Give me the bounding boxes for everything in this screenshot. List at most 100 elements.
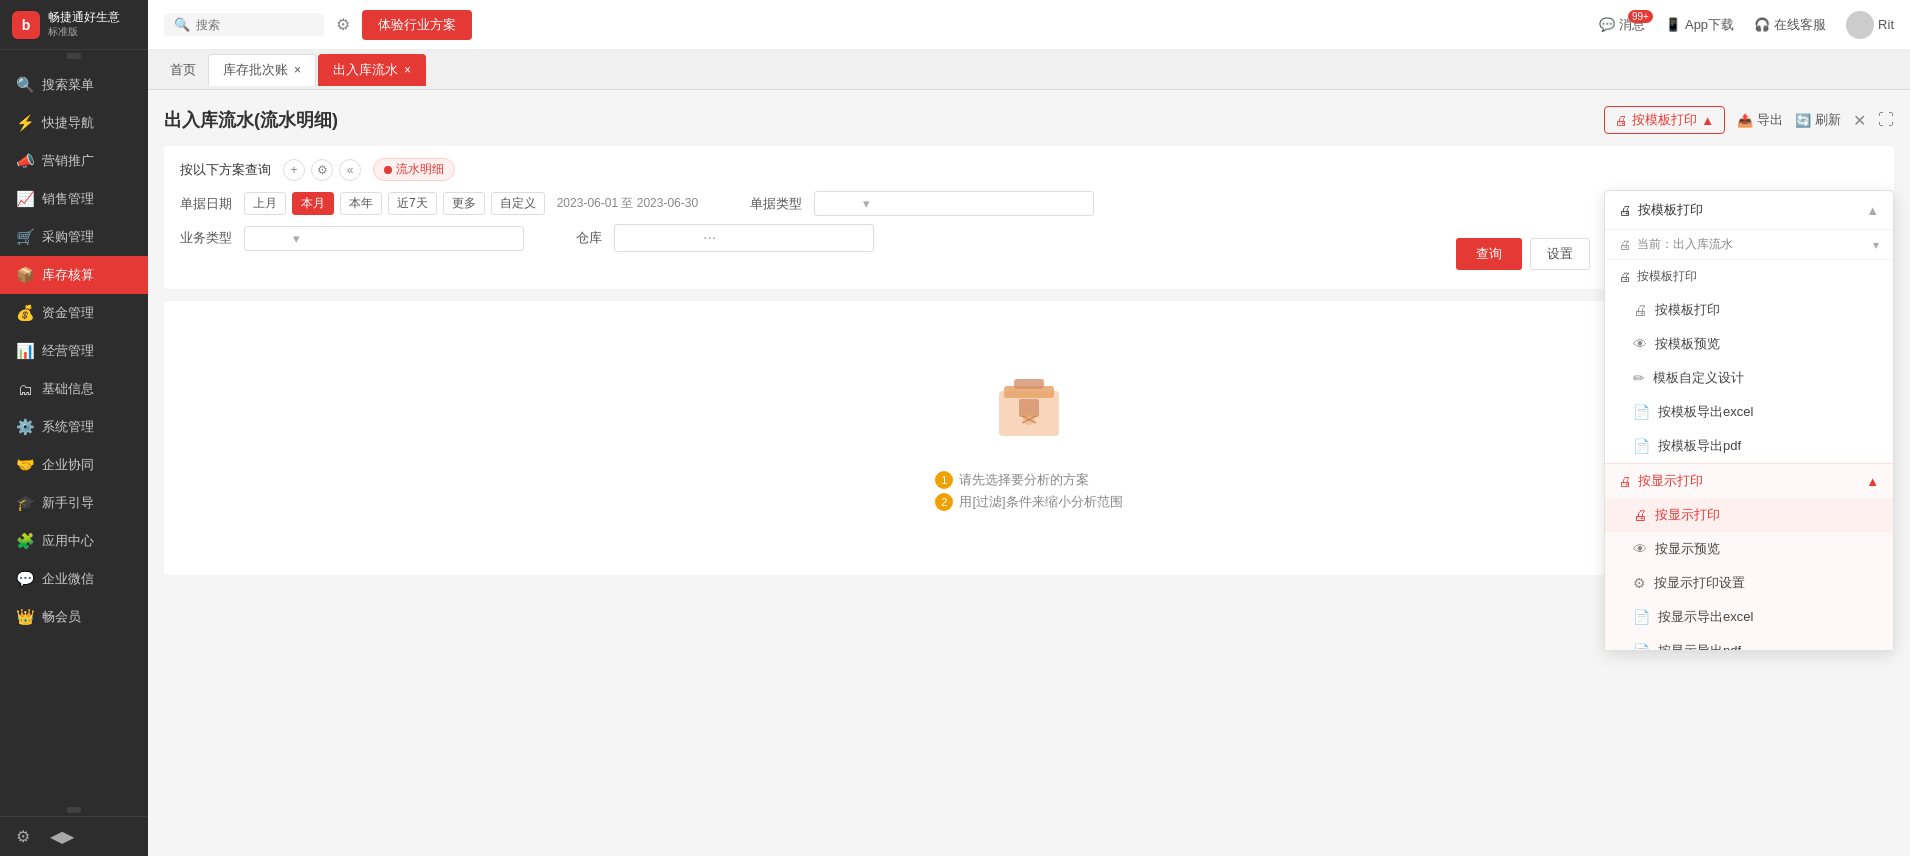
doc-type-select[interactable]: ▾ — [814, 191, 1094, 216]
current-label-icon: 🖨 — [1619, 238, 1631, 252]
app-download-label: App下载 — [1685, 16, 1734, 34]
display-preview-item[interactable]: 👁 按显示预览 — [1605, 532, 1893, 566]
dropdown-scrollable: 🖨 当前：出入库流水 ▾ 🖨 按模板打印 🖨 按模 — [1605, 230, 1893, 650]
print-icon: 🖨 — [1615, 113, 1628, 128]
sidebar-item-operations[interactable]: 📊经营管理 — [0, 332, 148, 370]
warehouse-select[interactable]: ··· — [614, 224, 874, 252]
display-print-item[interactable]: 🖨 按显示打印 — [1605, 498, 1893, 532]
biz-type-chevron-down-icon: ▾ — [293, 231, 300, 246]
active-filter-label: 流水明细 — [396, 161, 444, 178]
template-preview-item[interactable]: 👁 按模板预览 — [1605, 327, 1893, 361]
tab-home[interactable]: 首页 — [160, 61, 206, 79]
current-chevron-down-icon[interactable]: ▾ — [1873, 238, 1879, 252]
display-print-header[interactable]: 🖨 按显示打印 ▲ — [1605, 464, 1893, 498]
sidebar: b 畅捷通好生意 标准版 🔍搜索菜单⚡快捷导航📣营销推广📈销售管理🛒采购管理📦库… — [0, 0, 148, 856]
add-filter-btn[interactable]: + — [283, 159, 305, 181]
collapse-icon[interactable]: ◀▶ — [50, 827, 74, 846]
search-input[interactable] — [196, 18, 296, 32]
doc-type-label: 单据类型 — [750, 195, 802, 213]
topbar-gear-icon[interactable]: ⚙ — [336, 15, 350, 34]
biz-type-select[interactable]: ▾ — [244, 226, 524, 251]
collapse-filter-btn[interactable]: « — [339, 159, 361, 181]
sidebar-item-guide[interactable]: 🎓新手引导 — [0, 484, 148, 522]
template-export-pdf-item[interactable]: 📄 按模板导出pdf — [1605, 429, 1893, 463]
sidebar-item-label: 资金管理 — [42, 304, 94, 322]
print-dropdown-panel: 🖨 按模板打印 ▲ 🖨 当前：出入库流水 ▾ — [1604, 190, 1894, 651]
sidebar-bottom: ⚙ ◀▶ — [0, 816, 148, 856]
print-template-btn[interactable]: 🖨 按模板打印 ▲ — [1604, 106, 1725, 134]
close-panel-btn[interactable]: ✕ — [1853, 111, 1866, 130]
svg-rect-2 — [1014, 379, 1044, 389]
customer-service-btn[interactable]: 🎧 在线客服 — [1754, 16, 1826, 34]
sidebar-item-sales[interactable]: 📈销售管理 — [0, 180, 148, 218]
display-export-excel-item[interactable]: 📄 按显示导出excel — [1605, 600, 1893, 634]
tab-in-out-flow[interactable]: 出入库流水 × — [318, 54, 426, 86]
main-area: 🔍 ⚙ 体验行业方案 💬 消息 99+ 📱 App下载 🎧 在线客服 Rit — [148, 0, 1910, 856]
tab-close-icon[interactable]: × — [294, 63, 301, 77]
display-export-pdf-icon: 📄 — [1633, 643, 1650, 650]
scroll-down-indicator[interactable] — [0, 804, 148, 816]
sidebar-item-marketing[interactable]: 📣营销推广 — [0, 142, 148, 180]
date-btn-本月[interactable]: 本月 — [292, 192, 334, 215]
topbar-search-box[interactable]: 🔍 — [164, 13, 324, 36]
sidebar-item-system[interactable]: ⚙️系统管理 — [0, 408, 148, 446]
tab-close-icon[interactable]: × — [404, 63, 411, 77]
filter-label: 按以下方案查询 — [180, 161, 271, 179]
date-btn-近7天[interactable]: 近7天 — [388, 192, 437, 215]
logo-text-block: 畅捷通好生意 标准版 — [48, 10, 120, 40]
date-btn-上月[interactable]: 上月 — [244, 192, 286, 215]
sidebar-item-search[interactable]: 🔍搜索菜单 — [0, 66, 148, 104]
sidebar-item-cooperation[interactable]: 🤝企业协同 — [0, 446, 148, 484]
date-btn-更多[interactable]: 更多 — [443, 192, 485, 215]
display-print-header-icon: 🖨 — [1619, 474, 1632, 489]
template-export-excel-item[interactable]: 📄 按模板导出excel — [1605, 395, 1893, 429]
sidebar-item-appstore[interactable]: 🧩 应用中心 — [0, 522, 148, 560]
sidebar-item-purchase[interactable]: 🛒采购管理 — [0, 218, 148, 256]
sidebar-item-finance[interactable]: 💰资金管理 — [0, 294, 148, 332]
appstore-icon: 🧩 — [16, 532, 34, 550]
dropdown-chevron-up-icon[interactable]: ▲ — [1866, 203, 1879, 218]
search-icon: 🔍 — [16, 76, 34, 94]
empty-illustration — [984, 361, 1074, 451]
template-print-section: 🖨 按模板打印 🖨 按模板打印 👁 按模板预览 ✏ 模板自定义设 — [1605, 260, 1893, 463]
tab-label: 出入库流水 — [333, 61, 398, 79]
tab-label: 库存批次账 — [223, 61, 288, 79]
date-btn-本年[interactable]: 本年 — [340, 192, 382, 215]
gear-filter-btn[interactable]: ⚙ — [311, 159, 333, 181]
notifications-btn[interactable]: 💬 消息 99+ — [1599, 16, 1645, 34]
template-custom-item[interactable]: ✏ 模板自定义设计 — [1605, 361, 1893, 395]
refresh-btn[interactable]: 🔄 刷新 — [1795, 111, 1841, 129]
export-btn[interactable]: 📤 导出 — [1737, 111, 1783, 129]
sidebar-item-inventory[interactable]: 📦库存核算 — [0, 256, 148, 294]
scroll-up-indicator[interactable] — [0, 50, 148, 62]
sales-icon: 📈 — [16, 190, 34, 208]
display-section-chevron-up-icon[interactable]: ▲ — [1866, 474, 1879, 489]
sidebar-item-vip[interactable]: 👑畅会员 — [0, 598, 148, 636]
template-custom-icon: ✏ — [1633, 370, 1645, 386]
sidebar-item-quick-nav[interactable]: ⚡快捷导航 — [0, 104, 148, 142]
app-download-btn[interactable]: 📱 App下载 — [1665, 16, 1734, 34]
template-print-item[interactable]: 🖨 按模板打印 — [1605, 293, 1893, 327]
display-preview-icon: 👁 — [1633, 541, 1647, 557]
sidebar-item-base[interactable]: 🗂基础信息 — [0, 370, 148, 408]
industry-btn[interactable]: 体验行业方案 — [362, 10, 472, 40]
tab-batch-account[interactable]: 库存批次账 × — [208, 54, 316, 86]
settings-btn[interactable]: 设置 — [1530, 238, 1590, 270]
query-btn[interactable]: 查询 — [1456, 238, 1522, 270]
expand-panel-btn[interactable]: ⛶ — [1878, 111, 1894, 129]
user-avatar-area[interactable]: Rit — [1846, 11, 1894, 39]
cooperation-icon: 🤝 — [16, 456, 34, 474]
wechat-icon: 💬 — [16, 570, 34, 588]
sidebar-item-wechat[interactable]: 💬企业微信 — [0, 560, 148, 598]
display-export-pdf-item[interactable]: 📄 按显示导出pdf — [1605, 634, 1893, 650]
system-icon: ⚙️ — [16, 418, 34, 436]
refresh-icon: 🔄 — [1795, 113, 1811, 128]
template-print-header[interactable]: 🖨 按模板打印 — [1605, 260, 1893, 293]
display-print-settings-item[interactable]: ⚙ 按显示打印设置 — [1605, 566, 1893, 600]
settings-icon[interactable]: ⚙ — [16, 827, 30, 846]
warehouse-more-icon[interactable]: ··· — [703, 229, 716, 247]
date-btn-自定义[interactable]: 自定义 — [491, 192, 545, 215]
active-filter-tag[interactable]: 流水明细 — [373, 158, 455, 181]
sidebar-item-label: 应用中心 — [42, 532, 94, 550]
sidebar-item-label: 新手引导 — [42, 494, 94, 512]
